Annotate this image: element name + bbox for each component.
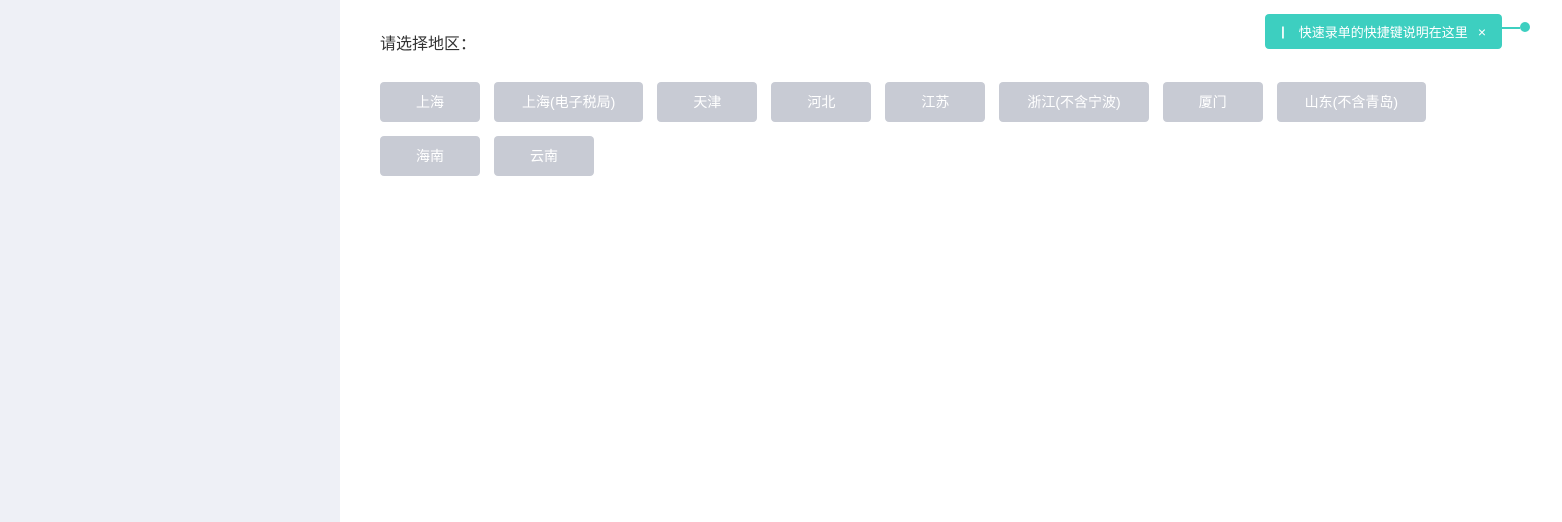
- region-button-hebei[interactable]: 河北: [771, 82, 871, 122]
- region-button-hainan[interactable]: 海南: [380, 136, 480, 176]
- region-button-tianjin[interactable]: 天津: [657, 82, 757, 122]
- region-button-xiamen[interactable]: 厦门: [1163, 82, 1263, 122]
- tooltip-dot: [1520, 22, 1530, 32]
- tooltip-banner: 快速录单的快捷键说明在这里 ×: [1265, 14, 1502, 49]
- main-content: 请选择地区： 上海上海(电子税局)天津河北江苏浙江(不含宁波)厦门山东(不含青岛…: [340, 0, 1562, 522]
- tooltip-line: [1500, 27, 1520, 29]
- region-buttons: 上海上海(电子税局) 天津河北江苏浙江(不含宁波) 厦门山东(不含青岛) 海南云南: [380, 82, 1522, 176]
- region-button-zhejiang[interactable]: 浙江(不含宁波): [999, 82, 1148, 122]
- region-button-shandong[interactable]: 山东(不含青岛): [1277, 82, 1426, 122]
- region-button-shanghai-etax[interactable]: 上海(电子税局): [494, 82, 643, 122]
- left-sidebar: [0, 0, 340, 522]
- tooltip-close-button[interactable]: ×: [1478, 25, 1486, 39]
- region-button-jiangsu[interactable]: 江苏: [885, 82, 985, 122]
- tooltip-text: 快速录单的快捷键说明在这里: [1299, 22, 1468, 41]
- region-button-shanghai[interactable]: 上海: [380, 82, 480, 122]
- region-button-yunnan[interactable]: 云南: [494, 136, 594, 176]
